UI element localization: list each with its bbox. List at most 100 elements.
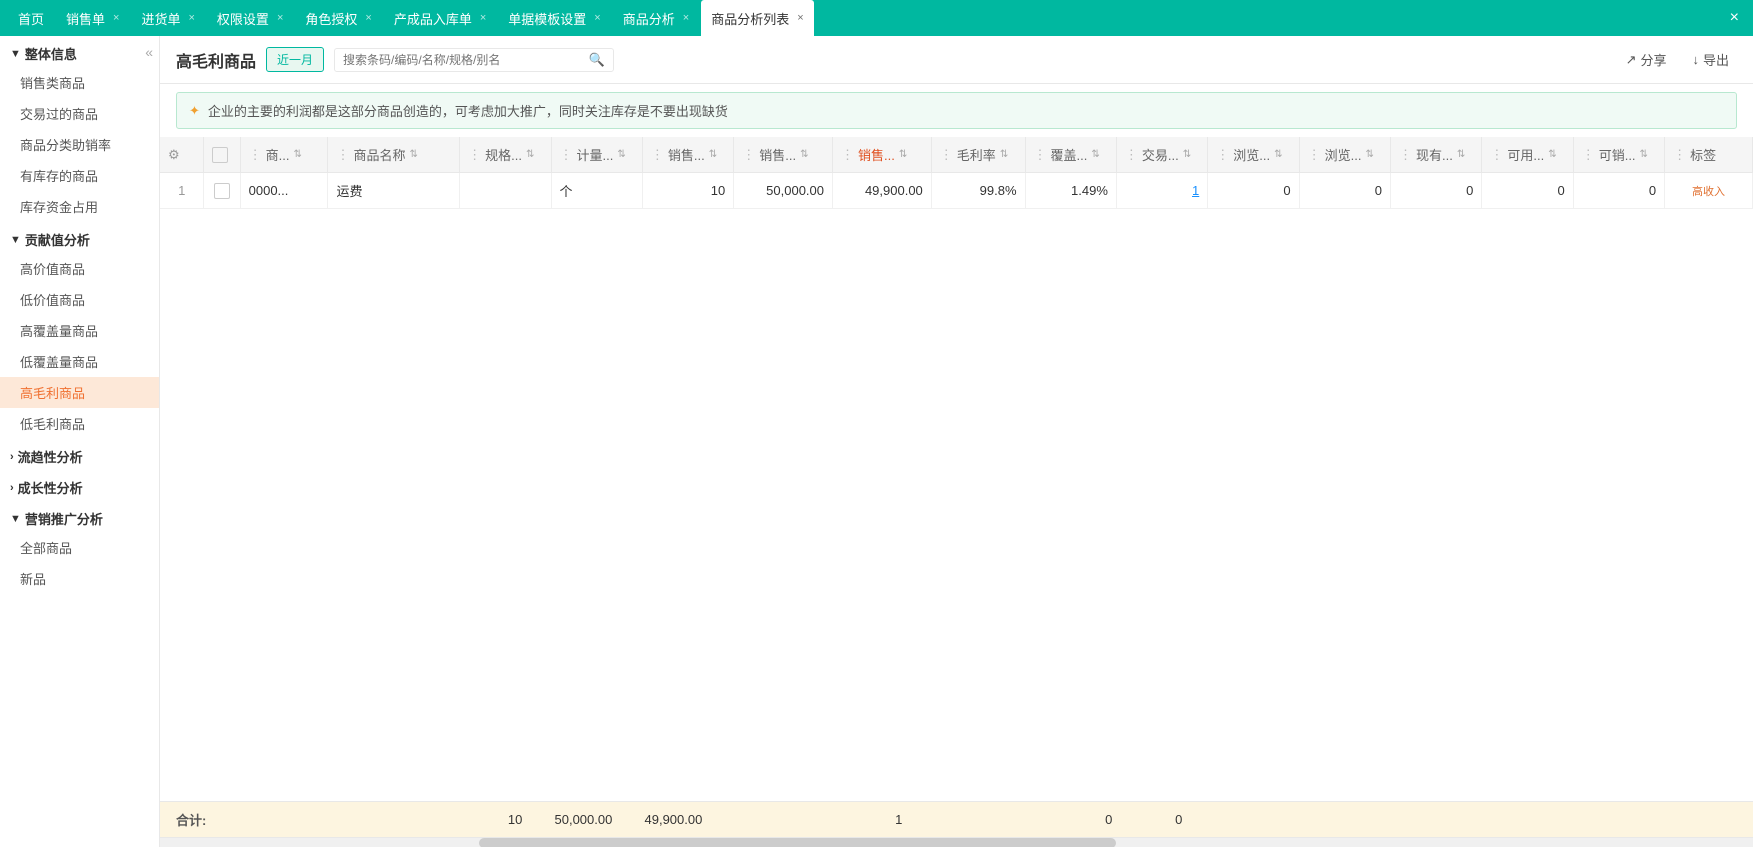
sidebar-item-high-value[interactable]: 高价值商品	[0, 253, 159, 284]
close-icon[interactable]: ×	[683, 12, 689, 24]
th-index: ⚙	[160, 137, 204, 173]
th-trade[interactable]: ⋮ 交易... ⇅	[1116, 137, 1207, 173]
cell-available: 0	[1482, 173, 1573, 209]
footer-cells: 10 50,000.00 49,900.00 1 0 0	[222, 812, 1737, 827]
sort-icon[interactable]: ⇅	[1000, 149, 1008, 160]
scrollbar-thumb[interactable]	[479, 838, 1116, 847]
th-browse1[interactable]: ⋮ 浏览... ⇅	[1208, 137, 1299, 173]
th-sales-qty[interactable]: ⋮ 销售... ⇅	[642, 137, 733, 173]
search-icon[interactable]: 🔍	[589, 52, 605, 68]
sidebar-item-traded-goods[interactable]: 交易过的商品	[0, 98, 159, 129]
close-icon[interactable]: ×	[797, 12, 803, 24]
th-saleable[interactable]: ⋮ 可销... ⇅	[1573, 137, 1664, 173]
sidebar-group-marketing[interactable]: ▼ 营销推广分析	[0, 501, 159, 532]
row-checkbox[interactable]	[214, 183, 230, 199]
share-button[interactable]: ↗ 分享	[1618, 46, 1675, 73]
th-cover[interactable]: ⋮ 覆盖... ⇅	[1025, 137, 1116, 173]
table-row: 1 0000... 运费 个 10 50,000.00 49,900.00 99…	[160, 173, 1753, 209]
sidebar-item-sales-goods[interactable]: 销售类商品	[0, 67, 159, 98]
th-available[interactable]: ⋮ 可用... ⇅	[1482, 137, 1573, 173]
footer-sales-amt: 50,000.00	[522, 812, 612, 827]
sidebar-item-low-value[interactable]: 低价值商品	[0, 284, 159, 315]
horizontal-scrollbar[interactable]	[160, 837, 1753, 847]
sidebar-item-high-margin[interactable]: 高毛利商品	[0, 377, 159, 408]
nav-product-analysis-list[interactable]: 商品分析列表 ×	[701, 0, 813, 36]
nav-product-storage[interactable]: 产成品入库单 ×	[384, 0, 496, 36]
trade-link[interactable]: 1	[1192, 183, 1199, 198]
sort-icon[interactable]: ⇅	[1365, 149, 1373, 160]
close-icon[interactable]: ×	[365, 12, 371, 24]
th-tag[interactable]: ⋮ 标签	[1665, 137, 1753, 173]
sort-icon[interactable]: ⇅	[899, 149, 907, 160]
sort-icon[interactable]: ⇅	[1548, 149, 1556, 160]
top-nav: 首页 销售单 × 进货单 × 权限设置 × 角色授权 × 产成品入库单 × 单据…	[0, 0, 1753, 36]
filter-last-month-button[interactable]: 近一月	[266, 47, 324, 72]
sidebar-item-high-coverage[interactable]: 高覆盖量商品	[0, 315, 159, 346]
footer-available: 0	[1112, 812, 1182, 827]
window-close-button[interactable]: ×	[1724, 9, 1745, 27]
sidebar-group-trend[interactable]: › 流趋性分析	[0, 439, 159, 470]
th-browse2[interactable]: ⋮ 浏览... ⇅	[1299, 137, 1390, 173]
sidebar: « ▼ 整体信息 销售类商品 交易过的商品 商品分类助销率 有库存的商品 库存资…	[0, 36, 160, 847]
nav-home[interactable]: 首页	[8, 0, 54, 36]
export-button[interactable]: ↓ 导出	[1684, 46, 1737, 73]
cell-checkbox[interactable]	[204, 173, 240, 209]
th-actual[interactable]: ⋮ 现有... ⇅	[1390, 137, 1481, 173]
page-title: 高毛利商品	[176, 48, 256, 72]
sidebar-item-category-rate[interactable]: 商品分类助销率	[0, 129, 159, 160]
sidebar-item-instock-goods[interactable]: 有库存的商品	[0, 160, 159, 191]
close-icon[interactable]: ×	[594, 12, 600, 24]
sidebar-item-stock-capital[interactable]: 库存资金占用	[0, 191, 159, 222]
cell-trade[interactable]: 1	[1116, 173, 1207, 209]
sidebar-item-low-coverage[interactable]: 低覆盖量商品	[0, 346, 159, 377]
close-icon[interactable]: ×	[113, 12, 119, 24]
th-name[interactable]: ⋮ 商品名称 ⇅	[328, 137, 460, 173]
sort-icon[interactable]: ⇅	[526, 149, 534, 160]
sort-icon[interactable]: ⇅	[709, 149, 717, 160]
th-spec[interactable]: ⋮ 规格... ⇅	[460, 137, 551, 173]
sidebar-item-new-goods[interactable]: 新品	[0, 563, 159, 594]
sort-icon[interactable]: ⇅	[1274, 149, 1282, 160]
footer-bar: 合计: 10 50,000.00 49,900.00 1 0 0	[160, 801, 1753, 837]
sort-icon[interactable]: ⇅	[1183, 149, 1191, 160]
nav-role[interactable]: 角色授权 ×	[295, 0, 381, 36]
nav-template[interactable]: 单据模板设置 ×	[498, 0, 610, 36]
search-input[interactable]	[343, 53, 583, 67]
arrow-icon: ▼	[10, 234, 21, 246]
sidebar-item-all-goods[interactable]: 全部商品	[0, 532, 159, 563]
sort-icon[interactable]: ⇅	[409, 149, 417, 160]
sort-icon[interactable]: ⇅	[617, 149, 625, 160]
cell-browse1: 0	[1208, 173, 1299, 209]
sidebar-group-growth[interactable]: › 成长性分析	[0, 470, 159, 501]
nav-product-analysis[interactable]: 商品分析 ×	[613, 0, 699, 36]
nav-permission[interactable]: 权限设置 ×	[207, 0, 293, 36]
th-sales-amt[interactable]: ⋮ 销售... ⇅	[734, 137, 833, 173]
close-icon[interactable]: ×	[188, 12, 194, 24]
cell-unit: 个	[551, 173, 642, 209]
sort-icon[interactable]: ⇅	[1457, 149, 1465, 160]
th-code[interactable]: ⋮ 商... ⇅	[240, 137, 328, 173]
th-unit[interactable]: ⋮ 计量... ⇅	[551, 137, 642, 173]
footer-cover	[772, 812, 842, 827]
sort-icon[interactable]: ⇅	[1091, 149, 1099, 160]
sort-icon[interactable]: ⇅	[1640, 149, 1648, 160]
sidebar-group-contribution[interactable]: ▼ 贡献值分析	[0, 222, 159, 253]
nav-sales[interactable]: 销售单 ×	[56, 0, 129, 36]
sidebar-collapse-button[interactable]: «	[145, 44, 153, 60]
sort-icon[interactable]: ⇅	[800, 149, 808, 160]
close-icon[interactable]: ×	[480, 12, 486, 24]
sort-icon[interactable]: ⇅	[293, 149, 301, 160]
close-icon[interactable]: ×	[277, 12, 283, 24]
th-sales-cost[interactable]: ⋮ 销售... ⇅	[833, 137, 932, 173]
resize-handle: ⋮	[560, 147, 573, 163]
sidebar-group-overall[interactable]: ▼ 整体信息	[0, 36, 159, 67]
tag-label: 高收入	[1692, 186, 1725, 198]
th-gross-rate[interactable]: ⋮ 毛利率 ⇅	[931, 137, 1025, 173]
cell-index: 1	[160, 173, 204, 209]
settings-icon[interactable]: ⚙	[168, 147, 180, 163]
resize-handle: ⋮	[1125, 147, 1138, 163]
select-all-checkbox[interactable]	[212, 147, 228, 163]
nav-purchase[interactable]: 进货单 ×	[131, 0, 204, 36]
sidebar-item-low-margin[interactable]: 低毛利商品	[0, 408, 159, 439]
cell-tag: 高收入	[1665, 173, 1753, 209]
